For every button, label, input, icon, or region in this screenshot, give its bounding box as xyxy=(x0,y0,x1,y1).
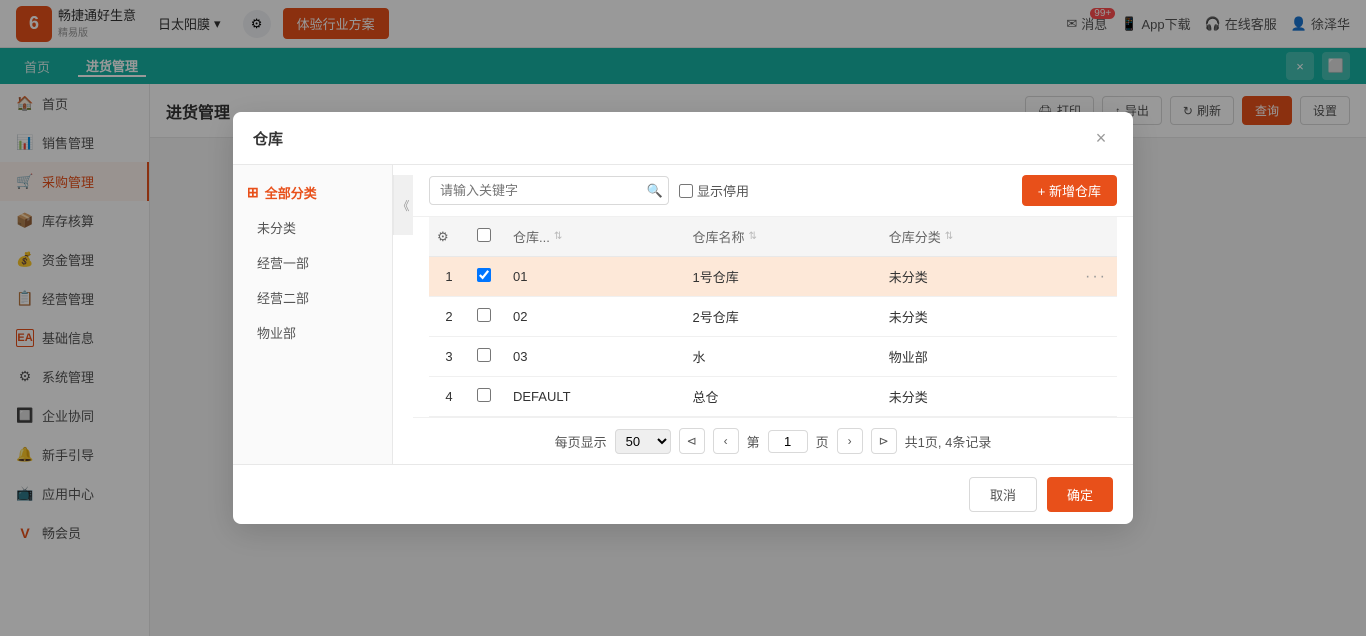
search-input[interactable] xyxy=(429,176,669,205)
cell-code: 02 xyxy=(505,297,685,337)
per-page-select[interactable]: 50 100 200 xyxy=(615,429,671,454)
th-category[interactable]: 仓库分类 ⇅ xyxy=(881,217,1077,257)
cell-actions xyxy=(1077,377,1117,417)
th-code[interactable]: 仓库... ⇅ xyxy=(505,217,685,257)
warehouse-table: ⚙ 仓库... ⇅ 仓库名称 xyxy=(429,217,1117,417)
category-dept1[interactable]: 经营一部 xyxy=(233,245,392,280)
table-row[interactable]: 3 03 水 物业部 xyxy=(429,337,1117,377)
cell-code: DEFAULT xyxy=(505,377,685,417)
cell-category: 物业部 xyxy=(881,337,1077,377)
th-name-label: 仓库名称 xyxy=(693,227,745,246)
dialog-category-sidebar: ⊞ 全部分类 未分类 经营一部 经营二部 物业部 xyxy=(233,165,393,464)
cell-checkbox[interactable] xyxy=(469,377,505,417)
dialog-toolbar: 🔍 显示停用 + 新增仓库 xyxy=(413,165,1133,217)
cell-category: 未分类 xyxy=(881,377,1077,417)
dialog-title: 仓库 xyxy=(253,128,283,149)
row-checkbox[interactable] xyxy=(477,388,491,402)
warehouse-dialog: 仓库 × ⊞ 全部分类 未分类 经营一部 经营二部 物业部 《 xyxy=(233,112,1133,524)
category-dept2[interactable]: 经营二部 xyxy=(233,280,392,315)
cell-category: 未分类 xyxy=(881,297,1077,337)
page-label: 第 xyxy=(747,432,760,451)
cell-checkbox[interactable] xyxy=(469,337,505,377)
dialog-close-btn[interactable]: × xyxy=(1089,126,1113,150)
cell-checkbox[interactable] xyxy=(469,257,505,297)
dialog-header: 仓库 × xyxy=(233,112,1133,165)
prev-page-btn[interactable]: ‹ xyxy=(713,428,739,454)
cell-num: 4 xyxy=(429,377,469,417)
grid-icon: ⊞ xyxy=(247,184,259,201)
row-checkbox[interactable] xyxy=(477,348,491,362)
page-summary: 共1页, 4条记录 xyxy=(905,432,992,451)
cell-num: 3 xyxy=(429,337,469,377)
th-settings: ⚙ xyxy=(429,217,469,257)
dialog-body: ⊞ 全部分类 未分类 经营一部 经营二部 物业部 《 🔍 xyxy=(233,165,1133,464)
confirm-btn[interactable]: 确定 xyxy=(1047,477,1113,512)
dialog-main-area: 🔍 显示停用 + 新增仓库 ⚙ xyxy=(413,165,1133,464)
show-disabled-label[interactable]: 显示停用 xyxy=(679,181,749,200)
th-actions xyxy=(1077,217,1117,257)
table-row[interactable]: 1 01 1号仓库 未分类 ··· xyxy=(429,257,1117,297)
cell-name: 2号仓库 xyxy=(685,297,881,337)
search-wrap: 🔍 xyxy=(429,176,669,205)
cell-actions: ··· xyxy=(1077,257,1117,297)
cell-checkbox[interactable] xyxy=(469,297,505,337)
cell-actions xyxy=(1077,337,1117,377)
next-page-btn[interactable]: › xyxy=(837,428,863,454)
cancel-btn[interactable]: 取消 xyxy=(969,477,1037,512)
row-actions-btn[interactable]: ··· xyxy=(1085,268,1107,285)
show-disabled-checkbox[interactable] xyxy=(679,184,693,198)
table-row[interactable]: 2 02 2号仓库 未分类 xyxy=(429,297,1117,337)
dialog-table-wrap: ⚙ 仓库... ⇅ 仓库名称 xyxy=(413,217,1133,417)
sort-icon-code: ⇅ xyxy=(554,231,562,242)
row-checkbox[interactable] xyxy=(477,268,491,282)
sidebar-collapse-btn[interactable]: 《 xyxy=(393,175,413,235)
cell-name: 总仓 xyxy=(685,377,881,417)
cell-name: 1号仓库 xyxy=(685,257,881,297)
table-body: 1 01 1号仓库 未分类 ··· 2 02 2号仓库 未分类 3 03 水 物… xyxy=(429,257,1117,417)
th-code-label: 仓库... xyxy=(513,227,550,246)
dialog-footer: 取消 确定 xyxy=(233,464,1133,524)
page-unit: 页 xyxy=(816,432,829,451)
select-all-checkbox[interactable] xyxy=(477,228,491,242)
sort-icon-category: ⇅ xyxy=(945,231,953,242)
sort-icon-name: ⇅ xyxy=(749,231,757,242)
cell-num: 2 xyxy=(429,297,469,337)
row-checkbox[interactable] xyxy=(477,308,491,322)
category-all-label: 全部分类 xyxy=(265,183,317,202)
table-row[interactable]: 4 DEFAULT 总仓 未分类 xyxy=(429,377,1117,417)
dialog-pagination: 每页显示 50 100 200 ⊲ ‹ 第 页 › ⊳ 共1页, 4条记录 xyxy=(413,417,1133,464)
cell-code: 01 xyxy=(505,257,685,297)
th-name[interactable]: 仓库名称 ⇅ xyxy=(685,217,881,257)
cell-name: 水 xyxy=(685,337,881,377)
category-all[interactable]: ⊞ 全部分类 xyxy=(233,175,392,210)
show-disabled-text: 显示停用 xyxy=(697,181,749,200)
cell-code: 03 xyxy=(505,337,685,377)
add-warehouse-btn[interactable]: + 新增仓库 xyxy=(1022,175,1117,206)
th-checkbox xyxy=(469,217,505,257)
category-property[interactable]: 物业部 xyxy=(233,315,392,350)
cell-category: 未分类 xyxy=(881,257,1077,297)
per-page-label: 每页显示 xyxy=(555,432,607,451)
table-header-row: ⚙ 仓库... ⇅ 仓库名称 xyxy=(429,217,1117,257)
first-page-btn[interactable]: ⊲ xyxy=(679,428,705,454)
last-page-btn[interactable]: ⊳ xyxy=(871,428,897,454)
category-unclassified[interactable]: 未分类 xyxy=(233,210,392,245)
dialog-overlay: 仓库 × ⊞ 全部分类 未分类 经营一部 经营二部 物业部 《 xyxy=(0,0,1366,636)
search-icon[interactable]: 🔍 xyxy=(647,183,663,199)
th-category-label: 仓库分类 xyxy=(889,227,941,246)
page-number-input[interactable] xyxy=(768,430,808,453)
cell-actions xyxy=(1077,297,1117,337)
cell-num: 1 xyxy=(429,257,469,297)
